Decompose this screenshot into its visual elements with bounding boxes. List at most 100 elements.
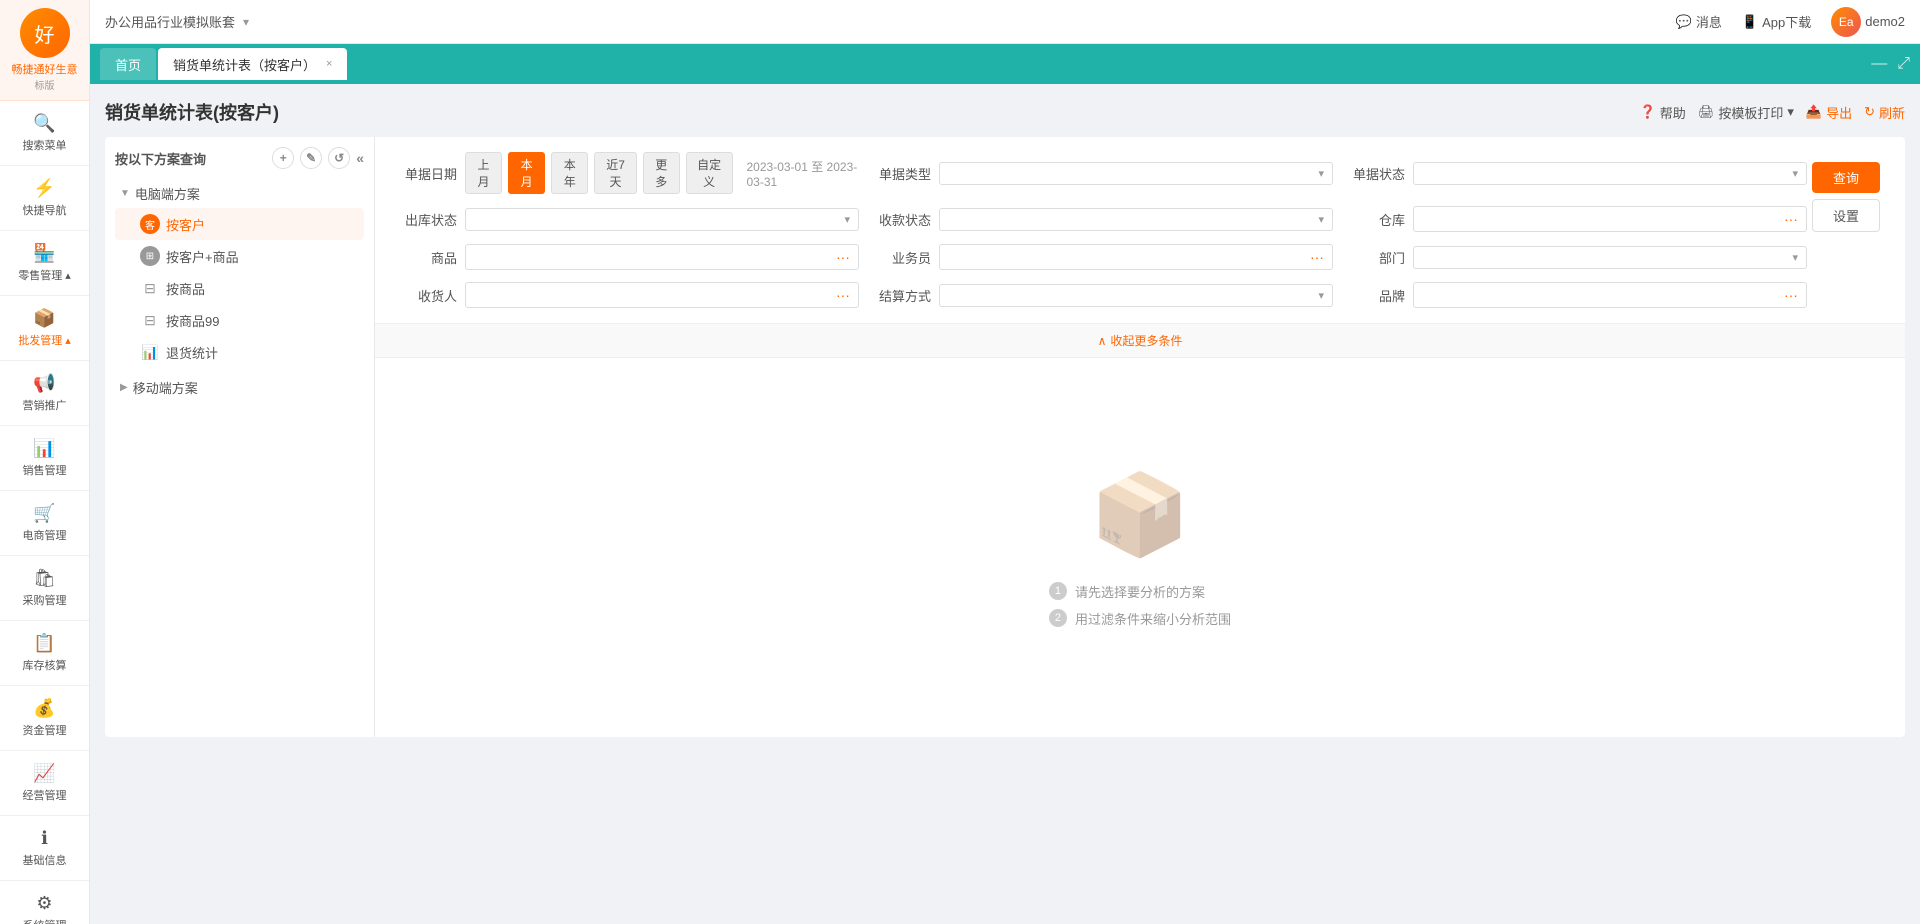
scheme-item-by-customer[interactable]: 客 按客户 [115, 208, 364, 240]
user-avatar: Ea [1831, 7, 1861, 37]
filter-department-item: 部门 ▾ [1338, 244, 1812, 270]
sidebar-item-6[interactable]: 🛒 电商管理 [0, 491, 89, 556]
scheme-item-product99[interactable]: ⊟ 按商品99 [115, 304, 364, 336]
sidebar-icon-5: 📊 [33, 438, 55, 459]
tab-maximize-btn[interactable]: ⤢ [1897, 55, 1910, 73]
department-arrow: ▾ [1792, 251, 1798, 264]
topbar-title: 办公用品行业模拟账套 [105, 12, 235, 31]
filter-row-3: 商品 ··· [390, 244, 1812, 270]
filter-payment-item: 收款状态 ▾ [864, 206, 1338, 232]
topbar-dropdown-icon[interactable]: ▾ [243, 15, 249, 29]
filter-recipient-item: 收货人 ··· [390, 282, 864, 308]
sidebar-icon-6: 🛒 [33, 503, 55, 524]
query-btn[interactable]: 查询 [1812, 162, 1880, 193]
sidebar-icon-1: ⚡ [33, 178, 55, 199]
sidebar-item-1[interactable]: ⚡ 快捷导航 [0, 166, 89, 231]
product-control: ··· [465, 244, 859, 270]
scheme-group-mobile-header[interactable]: ▶ 移动端方案 [115, 373, 364, 402]
sidebar-item-0[interactable]: 🔍 搜索菜单 [0, 101, 89, 166]
date-range: 2023-03-01 至 2023-03-31 [747, 158, 860, 189]
collapse-bar[interactable]: ∧ 收起更多条件 [375, 324, 1905, 358]
phone-icon: 📱 [1742, 14, 1758, 30]
help-btn[interactable]: ❓ 帮助 [1640, 103, 1686, 122]
sidebar-label-11: 基础信息 [23, 852, 67, 868]
sidebar-item-4[interactable]: 📢 营销推广 [0, 361, 89, 426]
date-btn-7days[interactable]: 近7天 [594, 152, 636, 194]
tab-close-btn[interactable]: × [326, 58, 332, 70]
export-btn[interactable]: 📤 导出 [1806, 103, 1852, 122]
user-area[interactable]: Ea demo2 [1831, 7, 1905, 37]
date-label: 单据日期 [395, 164, 465, 183]
desktop-group-arrow: ▼ [120, 188, 130, 199]
date-controls: 上月 本月 本年 近7天 更多 自定义 2023-03-01 至 2023-03… [465, 152, 859, 194]
date-btn-this-month[interactable]: 本月 [508, 152, 545, 194]
empty-tip-2: 2 用过滤条件来缩小分析范围 [1049, 609, 1231, 628]
export-icon: 📤 [1806, 104, 1822, 120]
recipient-control: ··· [465, 282, 859, 308]
doc-status-arrow: ▾ [1792, 167, 1798, 180]
sidebar-item-12[interactable]: ⚙ 系统管理 [0, 881, 89, 924]
scheme-collapse-btn[interactable]: « [356, 150, 364, 166]
mobile-group-arrow: ▶ [120, 382, 128, 393]
doc-type-label: 单据类型 [869, 164, 939, 183]
salesperson-field[interactable]: ··· [939, 244, 1333, 270]
date-btn-this-year[interactable]: 本年 [551, 152, 588, 194]
app-download-btn[interactable]: 📱 App下载 [1742, 12, 1811, 31]
scheme-item-return-stats[interactable]: 📊 退货统计 [115, 336, 364, 368]
date-btn-custom[interactable]: 自定义 [686, 152, 733, 194]
payment-status-select[interactable]: ▾ [939, 208, 1333, 231]
sidebar-item-9[interactable]: 💰 资金管理 [0, 686, 89, 751]
settings-btn[interactable]: 设置 [1812, 199, 1880, 232]
scheme-table2-icon: ⊟ [140, 310, 160, 330]
doc-status-control: ▾ [1413, 162, 1807, 185]
scheme-edit-btn[interactable]: ✎ [300, 147, 322, 169]
brand-field[interactable]: ··· [1413, 282, 1807, 308]
sidebar-item-7[interactable]: 🛍 采购管理 [0, 556, 89, 621]
tab-sales-stats[interactable]: 销货单统计表（按客户） × [158, 48, 347, 80]
scheme-group-desktop-header[interactable]: ▼ 电脑端方案 [115, 179, 364, 208]
message-btn[interactable]: 💬 消息 [1676, 12, 1722, 31]
scheme-add-btn[interactable]: + [272, 147, 294, 169]
tab-home[interactable]: 首页 [100, 48, 156, 80]
settlement-arrow: ▾ [1318, 289, 1324, 302]
ship-status-select[interactable]: ▾ [465, 208, 859, 231]
scheme-refresh-btn[interactable]: ↺ [328, 147, 350, 169]
tab-minimize-btn[interactable]: — [1871, 55, 1887, 73]
doc-type-select[interactable]: ▾ [939, 162, 1333, 185]
product-field[interactable]: ··· [465, 244, 859, 270]
empty-icon: 📦 [1090, 468, 1190, 562]
scheme-chart-icon: 📊 [140, 342, 160, 362]
main-area: 办公用品行业模拟账套 ▾ 💬 消息 📱 App下载 Ea demo2 首页 [90, 0, 1920, 924]
date-btn-more[interactable]: 更多 [643, 152, 680, 194]
empty-tips: 1 请先选择要分析的方案 2 用过滤条件来缩小分析范围 [1049, 582, 1231, 628]
scheme-group-mobile: ▶ 移动端方案 [115, 373, 364, 402]
filter-brand-item: 品牌 ··· [1338, 282, 1812, 308]
warehouse-field[interactable]: ··· [1413, 206, 1807, 232]
sidebar-item-10[interactable]: 📈 经营管理 [0, 751, 89, 816]
sidebar-item-8[interactable]: 📋 库存核算 [0, 621, 89, 686]
sidebar-label-3: 批发管理 ▴ [18, 332, 71, 348]
sidebar-item-5[interactable]: 📊 销售管理 [0, 426, 89, 491]
content-area: 销货单统计表(按客户) ❓ 帮助 🖨 按模板打印 ▾ 📤 导出 ↻ 刷新 [90, 84, 1920, 924]
filter-row-1: 单据日期 上月 本月 本年 近7天 更多 [390, 152, 1812, 194]
filter-product-item: 商品 ··· [390, 244, 864, 270]
filter-settlement-item: 结算方式 ▾ [864, 282, 1338, 308]
sidebar-item-11[interactable]: ℹ 基础信息 [0, 816, 89, 881]
scheme-table-icon: ⊟ [140, 278, 160, 298]
payment-status-arrow: ▾ [1318, 213, 1324, 226]
brand-control: ··· [1413, 282, 1807, 308]
date-btn-last-month[interactable]: 上月 [465, 152, 502, 194]
settlement-select[interactable]: ▾ [939, 284, 1333, 307]
refresh-btn[interactable]: ↻ 刷新 [1864, 103, 1905, 122]
scheme-grid-icon: ⊞ [140, 246, 160, 266]
print-btn[interactable]: 🖨 按模板打印 ▾ [1698, 103, 1794, 122]
scheme-item-product[interactable]: ⊟ 按商品 [115, 272, 364, 304]
sidebar-item-3[interactable]: 📦 批发管理 ▴ [0, 296, 89, 361]
scheme-item-customer-product[interactable]: ⊞ 按客户+商品 [115, 240, 364, 272]
salesperson-dots: ··· [1310, 249, 1324, 265]
doc-status-select[interactable]: ▾ [1413, 162, 1807, 185]
filter-salesperson-item: 业务员 ··· [864, 244, 1338, 270]
sidebar-item-2[interactable]: 🏪 零售管理 ▴ [0, 231, 89, 296]
recipient-field[interactable]: ··· [465, 282, 859, 308]
department-select[interactable]: ▾ [1413, 246, 1807, 269]
